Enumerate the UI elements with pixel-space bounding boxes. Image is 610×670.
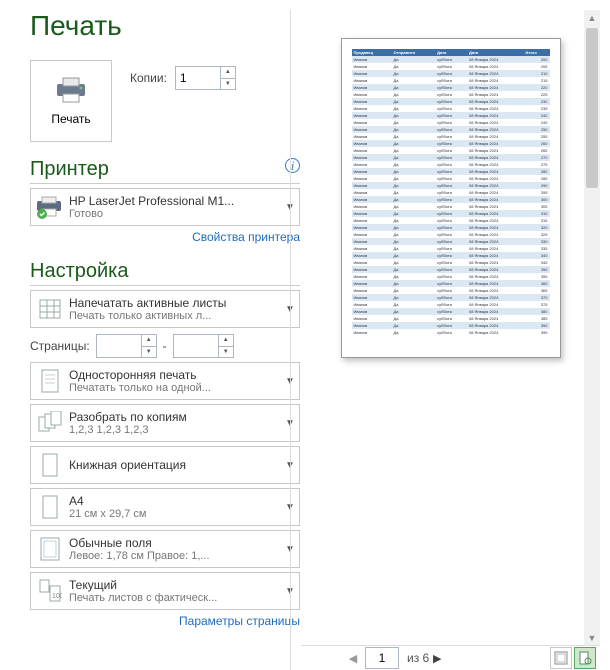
collate-icon: [31, 411, 69, 435]
printer-name: HP LaserJet Professional M1...: [69, 194, 281, 208]
page-total-label: из 6: [407, 651, 429, 665]
paper-select[interactable]: A421 см x 29,7 см ▼: [30, 488, 300, 526]
pages-label: Страницы:: [30, 339, 90, 353]
scroll-down-icon[interactable]: ▼: [584, 630, 600, 646]
copies-down-icon[interactable]: ▼: [221, 79, 235, 90]
scroll-thumb[interactable]: [586, 28, 598, 188]
pages-to-input[interactable]: [174, 335, 218, 357]
printer-icon: [53, 76, 89, 104]
margins-icon: [31, 536, 69, 562]
preview-scrollbar[interactable]: ▲ ▼: [584, 10, 600, 646]
copies-up-icon[interactable]: ▲: [221, 67, 235, 79]
print-what-select[interactable]: Напечатать активные листы Печать только …: [30, 290, 300, 328]
orientation-select[interactable]: Книжная ориентация ▼: [30, 446, 300, 484]
page-title: Печать: [30, 10, 300, 42]
portrait-icon: [31, 452, 69, 478]
pages-to-stepper[interactable]: ▲▼: [173, 334, 234, 358]
scaling-icon: 100: [31, 578, 69, 604]
page-single-icon: [31, 368, 69, 394]
sheets-icon: [31, 298, 69, 320]
scroll-up-icon[interactable]: ▲: [584, 10, 600, 26]
scaling-select[interactable]: 100 ТекущийПечать листов с фактическ... …: [30, 572, 300, 610]
collate-select[interactable]: Разобрать по копиям1,2,3 1,2,3 1,2,3 ▼: [30, 404, 300, 442]
printer-status: Готово: [69, 208, 281, 220]
margins-select[interactable]: Обычные поляЛевое: 1,78 см Правое: 1,...…: [30, 530, 300, 568]
pages-from-input[interactable]: [97, 335, 141, 357]
svg-text:100: 100: [52, 593, 62, 600]
copies-stepper[interactable]: ▲ ▼: [175, 66, 236, 90]
printer-select[interactable]: HP LaserJet Professional M1... Готово ▼: [30, 188, 300, 226]
print-button-label: Печать: [51, 112, 90, 126]
printer-heading: Принтер i: [30, 158, 300, 184]
print-button[interactable]: Печать: [30, 60, 112, 142]
next-page-button[interactable]: ▶: [429, 652, 445, 665]
copies-label: Копии:: [130, 71, 167, 85]
printer-device-icon: [31, 195, 69, 219]
paper-icon: [31, 494, 69, 520]
zoom-to-page-button[interactable]: [574, 647, 596, 669]
settings-heading: Настройка: [30, 260, 300, 286]
prev-page-button[interactable]: ◀: [345, 652, 361, 665]
sides-select[interactable]: Односторонняя печатьПечатать только на о…: [30, 362, 300, 400]
page-number-input[interactable]: [365, 647, 399, 669]
printer-properties-link[interactable]: Свойства принтера: [30, 230, 300, 244]
pages-from-stepper[interactable]: ▲▼: [96, 334, 157, 358]
print-preview-page: ПродавецОтправленДатаДатаИтогоИвановДасу…: [341, 38, 561, 358]
page-setup-link[interactable]: Параметры страницы: [30, 614, 300, 628]
copies-input[interactable]: [176, 67, 220, 89]
show-margins-button[interactable]: [550, 647, 572, 669]
